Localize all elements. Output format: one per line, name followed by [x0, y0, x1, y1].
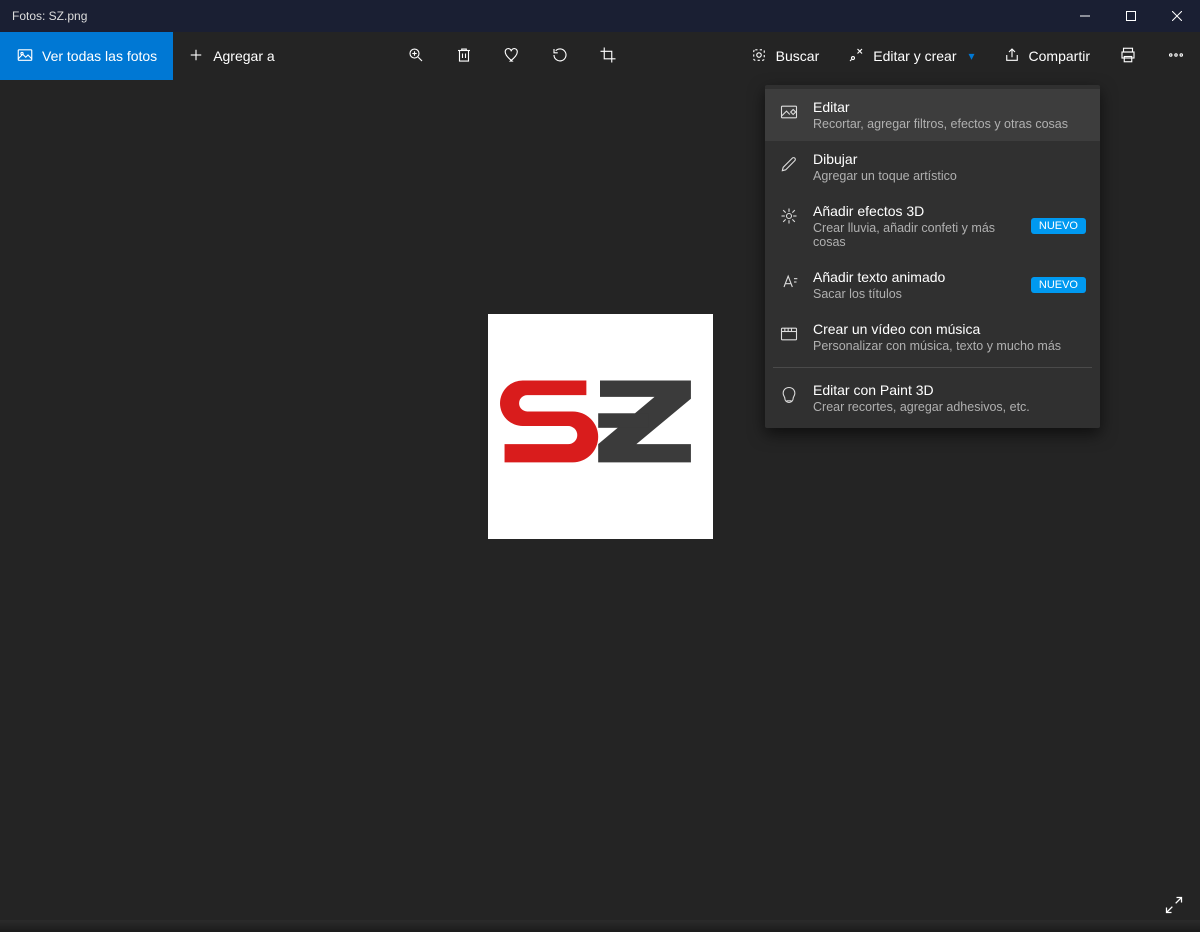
center-tools: [392, 32, 632, 80]
share-icon: [1003, 46, 1021, 67]
fullscreen-button[interactable]: [1160, 892, 1188, 920]
sz-logo-icon: [500, 371, 700, 481]
close-button[interactable]: [1154, 0, 1200, 32]
search-lens-icon: [750, 46, 768, 67]
chevron-down-icon: ▾: [969, 49, 975, 63]
dropdown-label: Añadir texto animado: [813, 269, 1011, 285]
toolbar: Ver todas las fotos Agregar a: [0, 32, 1200, 80]
dropdown-text: Editar con Paint 3D Crear recortes, agre…: [813, 382, 1086, 414]
new-badge: NUEVO: [1031, 218, 1086, 234]
new-badge: NUEVO: [1031, 277, 1086, 293]
dropdown-label: Crear un vídeo con música: [813, 321, 1086, 337]
taskbar-sliver: [0, 920, 1200, 932]
dropdown-item-paint3d[interactable]: Editar con Paint 3D Crear recortes, agre…: [765, 372, 1100, 424]
expand-icon: [1164, 895, 1184, 918]
dropdown-label: Editar con Paint 3D: [813, 382, 1086, 398]
image-canvas[interactable]: Editar Recortar, agregar filtros, efecto…: [0, 80, 1200, 932]
view-all-label: Ver todas las fotos: [42, 48, 157, 64]
dropdown-label: Añadir efectos 3D: [813, 203, 1011, 219]
favorite-button[interactable]: [488, 32, 536, 80]
delete-button[interactable]: [440, 32, 488, 80]
dropdown-item-edit[interactable]: Editar Recortar, agregar filtros, efecto…: [765, 89, 1100, 141]
dropdown-text: Crear un vídeo con música Personalizar c…: [813, 321, 1086, 353]
edit-create-dropdown: Editar Recortar, agregar filtros, efecto…: [765, 85, 1100, 428]
rotate-button[interactable]: [536, 32, 584, 80]
minimize-button[interactable]: [1062, 0, 1108, 32]
effects-3d-icon: [779, 206, 799, 229]
dropdown-text: Dibujar Agregar un toque artístico: [813, 151, 1086, 183]
search-label: Buscar: [776, 48, 820, 64]
dropdown-desc: Recortar, agregar filtros, efectos y otr…: [813, 117, 1086, 131]
dropdown-label: Dibujar: [813, 151, 1086, 167]
trash-icon: [455, 46, 473, 67]
plus-icon: [187, 46, 205, 67]
print-button[interactable]: [1104, 32, 1152, 80]
dropdown-item-draw[interactable]: Dibujar Agregar un toque artístico: [765, 141, 1100, 193]
right-tools: Buscar Editar y crear ▾ Compartir: [736, 32, 1200, 80]
zoom-button[interactable]: [392, 32, 440, 80]
dropdown-label: Editar: [813, 99, 1086, 115]
paint3d-icon: [779, 385, 799, 408]
zoom-icon: [407, 46, 425, 67]
add-to-button[interactable]: Agregar a: [173, 32, 288, 80]
animated-text-icon: [779, 272, 799, 295]
edit-image-icon: [779, 102, 799, 125]
titlebar: Fotos: SZ.png: [0, 0, 1200, 32]
dropdown-item-3d-effects[interactable]: Añadir efectos 3D Crear lluvia, añadir c…: [765, 193, 1100, 259]
pen-icon: [779, 154, 799, 177]
picture-icon: [16, 46, 34, 67]
dropdown-text: Editar Recortar, agregar filtros, efecto…: [813, 99, 1086, 131]
view-all-photos-button[interactable]: Ver todas las fotos: [0, 32, 173, 80]
dropdown-item-video-music[interactable]: Crear un vídeo con música Personalizar c…: [765, 311, 1100, 363]
dropdown-desc: Personalizar con música, texto y mucho m…: [813, 339, 1086, 353]
dropdown-desc: Crear recortes, agregar adhesivos, etc.: [813, 400, 1086, 414]
share-button[interactable]: Compartir: [989, 32, 1104, 80]
dropdown-text: Añadir efectos 3D Crear lluvia, añadir c…: [813, 203, 1011, 249]
crop-icon: [599, 46, 617, 67]
dropdown-desc: Sacar los títulos: [813, 287, 1011, 301]
displayed-image: [488, 314, 713, 539]
dropdown-desc: Agregar un toque artístico: [813, 169, 1086, 183]
edit-create-button[interactable]: Editar y crear ▾: [833, 32, 988, 80]
edit-create-label: Editar y crear: [873, 48, 956, 64]
search-button[interactable]: Buscar: [736, 32, 834, 80]
print-icon: [1119, 46, 1137, 67]
heart-icon: [503, 46, 521, 67]
rotate-icon: [551, 46, 569, 67]
edit-tools-icon: [847, 46, 865, 67]
maximize-button[interactable]: [1108, 0, 1154, 32]
dropdown-text: Añadir texto animado Sacar los títulos: [813, 269, 1011, 301]
window-controls: [1062, 0, 1200, 32]
more-icon: [1167, 46, 1185, 67]
video-music-icon: [779, 324, 799, 347]
more-button[interactable]: [1152, 32, 1200, 80]
dropdown-item-animated-text[interactable]: Añadir texto animado Sacar los títulos N…: [765, 259, 1100, 311]
add-to-label: Agregar a: [213, 48, 274, 64]
crop-button[interactable]: [584, 32, 632, 80]
dropdown-separator: [773, 367, 1092, 368]
window-title: Fotos: SZ.png: [12, 9, 87, 23]
dropdown-desc: Crear lluvia, añadir confeti y más cosas: [813, 221, 1011, 249]
share-label: Compartir: [1029, 48, 1090, 64]
